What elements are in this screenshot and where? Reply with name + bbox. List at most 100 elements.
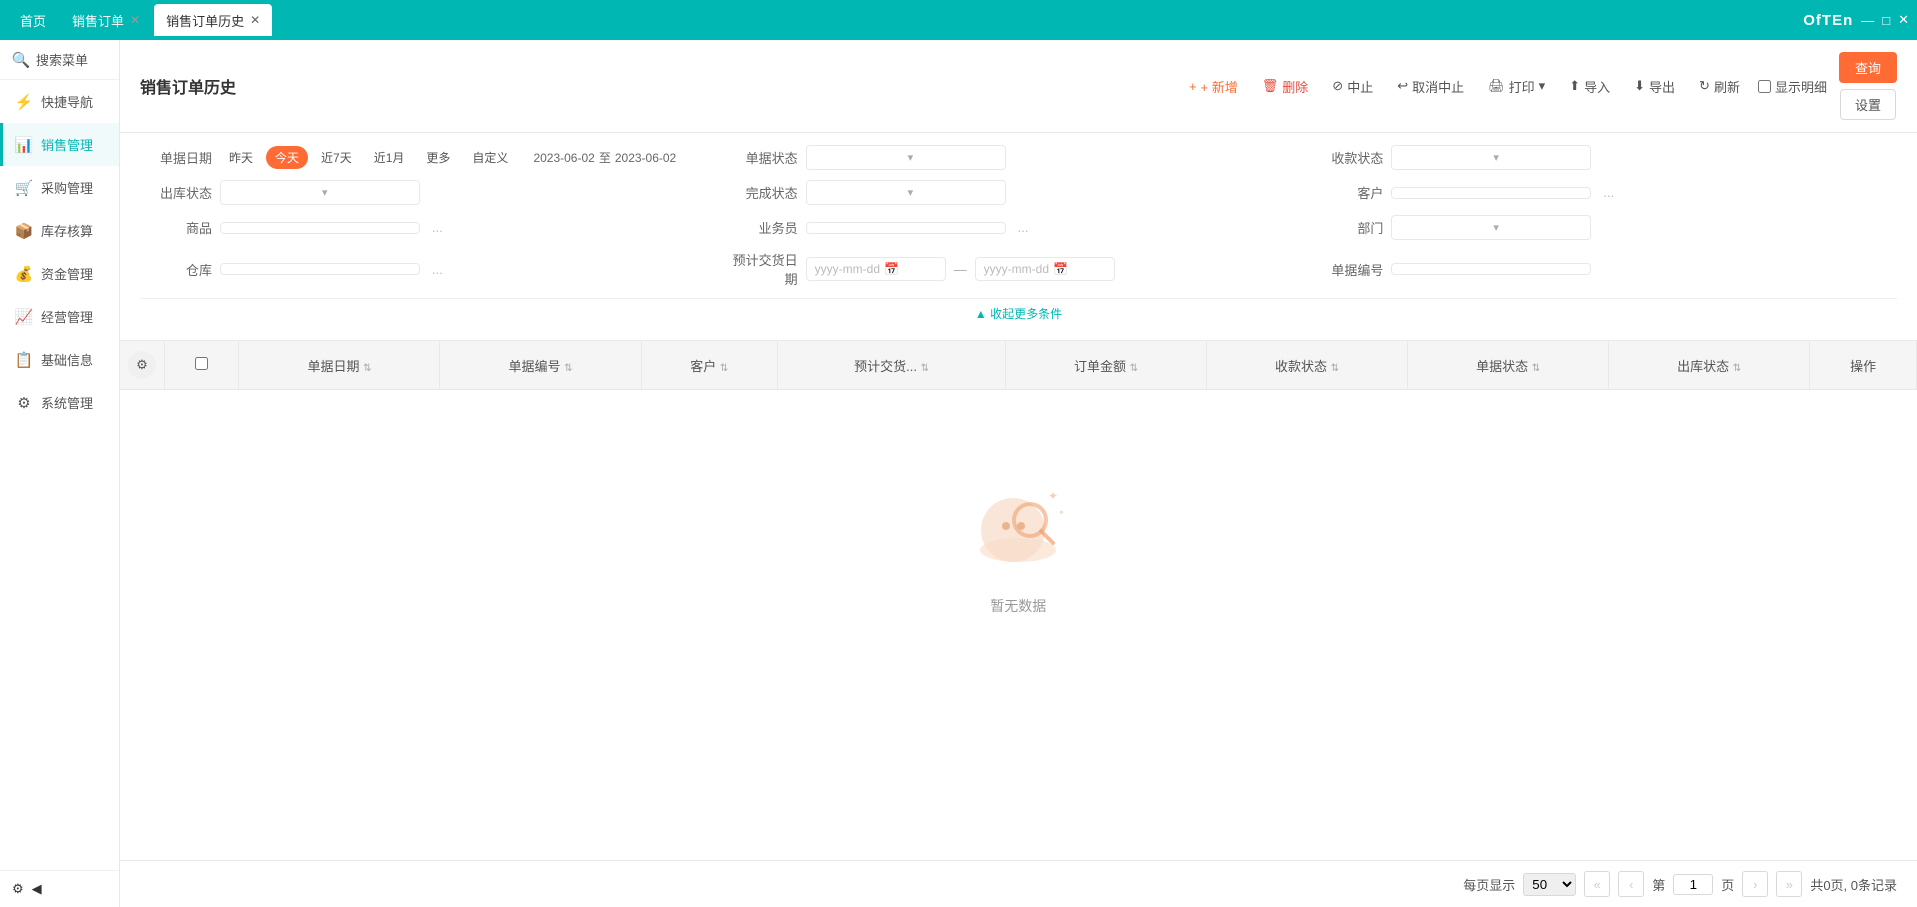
customer-more-btn[interactable]: ... [1603,185,1614,200]
sidebar-collapse-icon[interactable]: ◀ [32,881,42,897]
settings-button[interactable]: 设置 [1840,89,1896,120]
cancel-stop-label: 取消中止 [1412,77,1464,96]
salesman-select[interactable] [806,222,1006,234]
date-btn-yesterday[interactable]: 昨天 [220,146,262,169]
date-to-value: 2023-06-02 [615,151,676,165]
date-filter-content: 昨天 今天 近7天 近1月 更多 自定义 2023-06-02 至 2023-0… [220,146,726,169]
expected-date-to-value: yyyy-mm-dd [984,262,1049,276]
sidebar-item-operations[interactable]: 📈 经营管理 [0,295,119,338]
out-status-label: 出库状态 [140,183,220,202]
col-checkbox-header [165,341,239,390]
sidebar-item-system[interactable]: ⚙ 系统管理 [0,381,119,424]
col-order-amount-label: 订单金额 [1074,359,1126,374]
next-page-btn[interactable]: › [1742,871,1768,897]
empty-illustration: ✦ ✦ [948,470,1088,580]
customer-select[interactable] [1391,187,1591,199]
sidebar-settings-icon[interactable]: ⚙ [12,881,24,897]
stop-button[interactable]: ⊘ 中止 [1326,73,1379,100]
complete-status-content: ▾ [806,180,1312,205]
goods-more-btn[interactable]: ... [432,220,443,235]
goods-select[interactable] [220,222,420,234]
sidebar-item-system-label: 系统管理 [41,393,93,412]
refresh-button[interactable]: ↻ 刷新 [1693,73,1746,100]
tab-sales-order-history[interactable]: 销售订单历史 ✕ [154,4,272,36]
tab-sales-order-close[interactable]: ✕ [130,13,140,27]
out-status-select[interactable]: ▾ [220,180,420,205]
sidebar-bottom[interactable]: ⚙ ◀ [0,870,119,907]
sidebar-item-inventory[interactable]: 📦 库存核算 [0,209,119,252]
salesman-more-btn[interactable]: ... [1018,220,1029,235]
tab-sales-order-history-close[interactable]: ✕ [250,13,260,27]
sidebar-item-finance[interactable]: 💰 资金管理 [0,252,119,295]
sidebar-item-sales-mgmt[interactable]: 📊 销售管理 [0,123,119,166]
col-bill-date-label: 单据日期 [307,359,359,374]
svg-text:✦: ✦ [1048,489,1058,503]
export-label: 导出 [1649,77,1675,96]
table-settings-btn[interactable]: ⚙ [128,351,156,379]
warehouse-more-btn[interactable]: ... [432,262,443,277]
display-col-toggle[interactable]: 显示明细 [1758,77,1827,96]
bill-status-select[interactable]: ▾ [806,145,1006,170]
delete-button[interactable]: 🗑 删除 [1256,73,1315,100]
cancel-stop-button[interactable]: ↩ 取消中止 [1391,73,1470,100]
tab-home[interactable]: 首页 [8,4,58,36]
dept-select[interactable]: ▾ [1391,215,1591,240]
col-order-amount-header[interactable]: 订单金额 ⇅ [1005,341,1206,390]
col-out-status-header[interactable]: 出库状态 ⇅ [1609,341,1810,390]
filter-row-1: 单据日期 昨天 今天 近7天 近1月 更多 自定义 2023-06-02 至 2… [140,145,1897,170]
date-btn-custom[interactable]: 自定义 [463,146,517,169]
sidebar-item-basic-info[interactable]: 📋 基础信息 [0,338,119,381]
export-button[interactable]: ⬇ 导出 [1628,73,1681,100]
customer-content: ... [1391,185,1897,200]
tab-sales-order[interactable]: 销售订单 ✕ [60,4,152,36]
page-number-input[interactable] [1673,874,1713,895]
expected-date-to[interactable]: yyyy-mm-dd 📅 [975,257,1115,281]
complete-status-arrow: ▾ [908,186,997,199]
col-bill-date-header[interactable]: 单据日期 ⇅ [239,341,440,390]
sidebar-item-operations-label: 经营管理 [41,307,93,326]
date-range-display: 2023-06-02 至 2023-06-02 [533,149,676,166]
content-area: 销售订单历史 + + 新增 🗑 删除 ⊘ 中止 ↩ 取消中止 [120,40,1917,907]
payment-status-label: 收款状态 [1311,148,1391,167]
col-payment-status-header[interactable]: 收款状态 ⇅ [1207,341,1408,390]
print-button[interactable]: 🖨 打印 ▾ [1482,73,1551,100]
close-btn[interactable]: ✕ [1898,12,1909,28]
import-label: 导入 [1584,77,1610,96]
new-button[interactable]: + + 新增 [1183,73,1244,100]
expected-date-from[interactable]: yyyy-mm-dd 📅 [806,257,946,281]
warehouse-select[interactable] [220,263,420,275]
col-bill-status-header[interactable]: 单据状态 ⇅ [1408,341,1609,390]
bill-no-input[interactable] [1391,263,1591,275]
sidebar-search[interactable]: 🔍 搜索菜单 [0,40,119,80]
query-button[interactable]: 查询 [1839,52,1897,83]
display-col-checkbox-input[interactable] [1758,80,1771,93]
date-btn-1month[interactable]: 近1月 [365,146,414,169]
col-bill-no-header[interactable]: 单据编号 ⇅ [440,341,641,390]
tab-bar: 首页 销售订单 ✕ 销售订单历史 ✕ [8,4,1803,36]
minimize-btn[interactable]: — [1861,13,1874,28]
complete-status-select[interactable]: ▾ [806,180,1006,205]
page-size-select[interactable]: 50 10 20 100 [1523,873,1576,896]
prev-page-btn[interactable]: ‹ [1618,871,1644,897]
col-expected-date-header[interactable]: 预计交货... ⇅ [778,341,1006,390]
page-label: 第 [1652,875,1665,894]
date-btn-today[interactable]: 今天 [266,146,308,169]
window-controls: OfTEn — □ ✕ [1803,12,1909,29]
payment-status-select[interactable]: ▾ [1391,145,1591,170]
first-page-icon: « [1594,877,1601,892]
prev-page-icon: ‹ [1629,877,1633,892]
date-btn-7days[interactable]: 近7天 [312,146,361,169]
salesman-label: 业务员 [726,218,806,237]
first-page-btn[interactable]: « [1584,871,1610,897]
tab-sales-order-label: 销售订单 [72,11,124,30]
sidebar-item-purchase-mgmt[interactable]: 🛒 采购管理 [0,166,119,209]
svg-text:✦: ✦ [1058,508,1065,517]
sidebar-item-quick-nav[interactable]: ⚡ 快捷导航 [0,80,119,123]
select-all-checkbox[interactable] [195,357,208,370]
maximize-btn[interactable]: □ [1882,13,1890,28]
date-btn-more[interactable]: 更多 [417,146,459,169]
collapse-row[interactable]: ▲ 收起更多条件 [140,298,1897,328]
import-button[interactable]: ⬆ 导入 [1563,73,1616,100]
col-customer-header[interactable]: 客户 ⇅ [641,341,778,390]
last-page-btn[interactable]: » [1776,871,1802,897]
